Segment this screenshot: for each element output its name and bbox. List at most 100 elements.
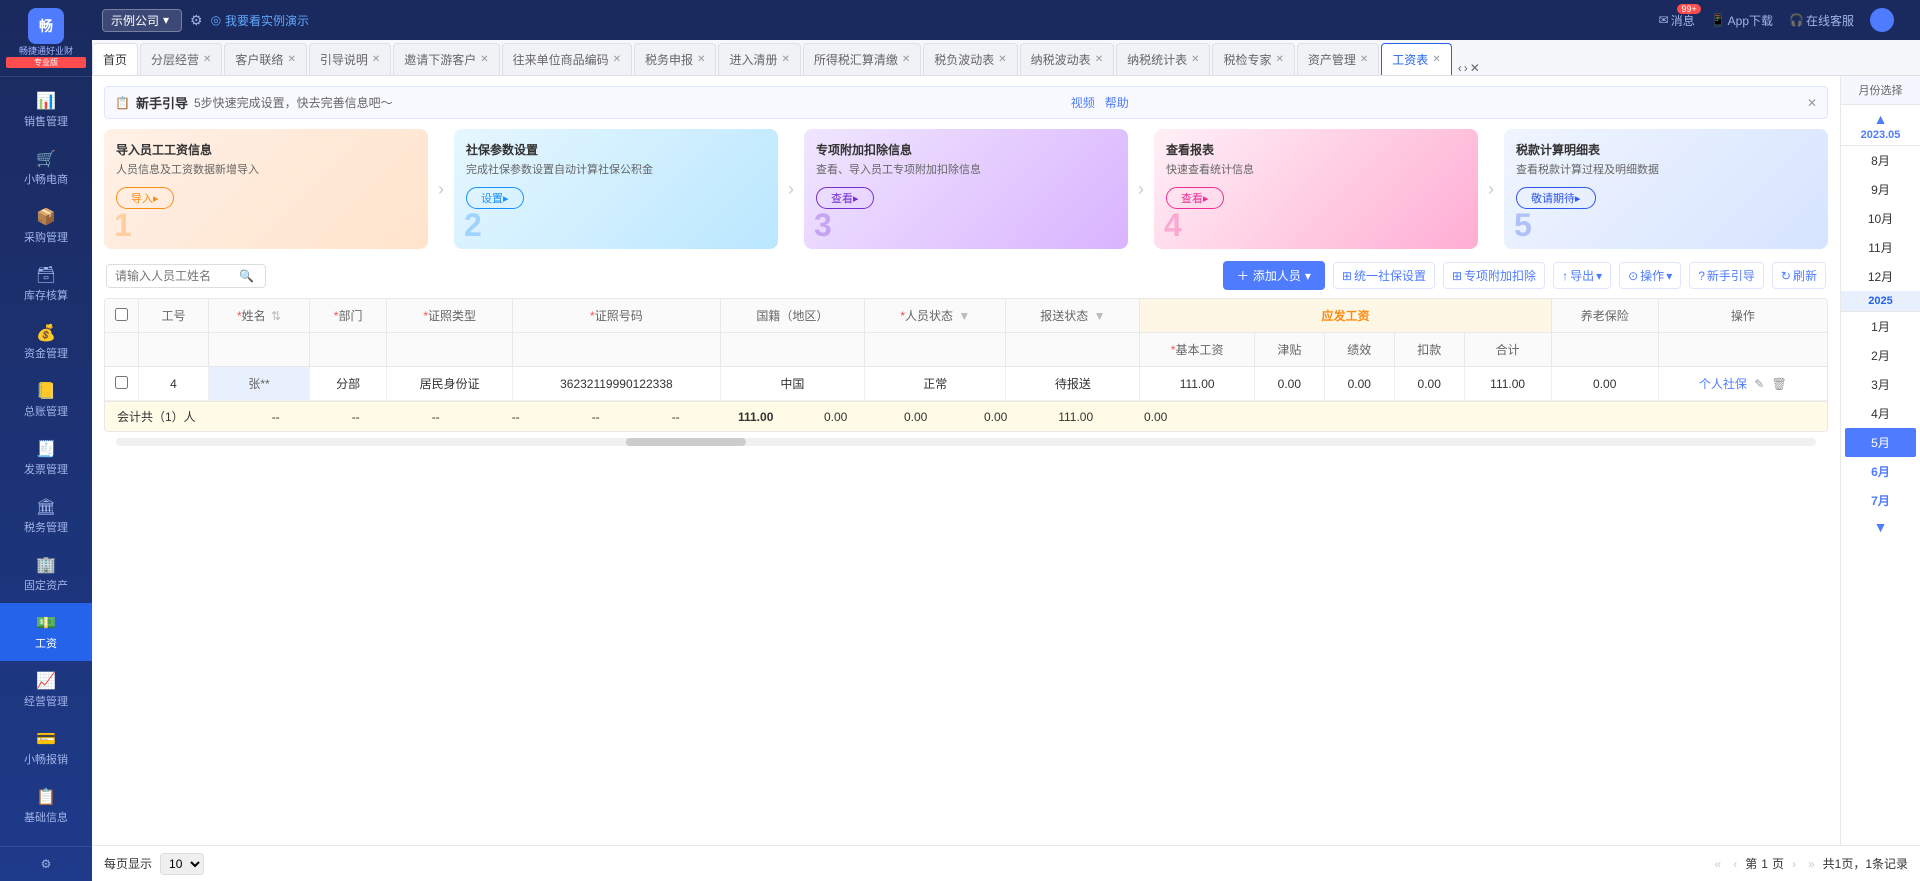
tab-邀请下游客户[interactable]: 邀请下游客户 ✕	[393, 43, 499, 75]
tab-引导说明[interactable]: 引导说明 ✕	[309, 43, 391, 75]
tab-close-税务申报[interactable]: ✕	[697, 54, 705, 65]
month-year-up-btn[interactable]: ▲	[1872, 109, 1890, 129]
horizontal-scrollbar[interactable]	[116, 438, 1816, 446]
month-item-4[interactable]: 4月	[1841, 399, 1920, 428]
sidebar-item-发票管理[interactable]: 🧾 发票管理	[0, 429, 92, 487]
tab-close-纳税统计表[interactable]: ✕	[1191, 54, 1199, 65]
tab-纳税统计表[interactable]: 纳税统计表 ✕	[1116, 43, 1210, 75]
tab-close-资产管理[interactable]: ✕	[1360, 54, 1368, 65]
month-item-8[interactable]: 8月	[1841, 146, 1920, 175]
sidebar-item-小畅报销[interactable]: 💳 小畅报销	[0, 719, 92, 777]
sidebar-item-采购管理[interactable]: 📦 采购管理	[0, 197, 92, 255]
month-item-6[interactable]: 6月	[1841, 457, 1920, 486]
tab-close-税检专家[interactable]: ✕	[1276, 54, 1284, 65]
delete-icon[interactable]: 🗑	[1772, 377, 1787, 391]
guide-close-icon[interactable]: ✕	[1807, 96, 1817, 110]
tab-所得税汇算清缴[interactable]: 所得税汇算清缴 ✕	[803, 43, 921, 75]
sidebar-item-基础信息[interactable]: 📋 基础信息	[0, 777, 92, 835]
sidebar-item-销售管理[interactable]: 📊 销售管理	[0, 81, 92, 139]
tab-prev-icon[interactable]: ‹	[1458, 61, 1462, 75]
tab-工资表[interactable]: 工资表 ✕	[1381, 43, 1451, 75]
demo-link[interactable]: ◎ 我要看实例演示	[211, 12, 310, 29]
tab-close-往来单位商品编码[interactable]: ✕	[613, 54, 621, 65]
month-item-9[interactable]: 9月	[1841, 175, 1920, 204]
tab-往来单位商品编码[interactable]: 往来单位商品编码 ✕	[502, 43, 632, 75]
scrollbar-thumb[interactable]	[626, 438, 746, 446]
tab-首页[interactable]: 首页	[92, 43, 138, 75]
sidebar-item-工资[interactable]: 💵 工资	[0, 603, 92, 661]
tab-close-进入清册[interactable]: ✕	[781, 54, 789, 65]
sidebar-item-固定资产[interactable]: 🏢 固定资产	[0, 545, 92, 603]
sidebar-settings[interactable]: ⚙	[0, 846, 92, 881]
th-checkbox[interactable]	[105, 299, 139, 333]
app-download-btn[interactable]: 📱 App下载	[1711, 12, 1773, 29]
step-5-btn[interactable]: 敬请期待▸	[1516, 187, 1596, 209]
export-btn[interactable]: ↑ 导出 ▾	[1553, 262, 1611, 289]
month-item-2[interactable]: 2月	[1841, 341, 1920, 370]
tab-close-客户联络[interactable]: ✕	[287, 54, 295, 65]
search-icon[interactable]: 🔍	[239, 269, 254, 283]
tab-税检专家[interactable]: 税检专家 ✕	[1212, 43, 1294, 75]
month-item-5-active[interactable]: 5月	[1845, 428, 1916, 457]
search-box[interactable]: 🔍	[106, 264, 266, 288]
page-size-select[interactable]: 10 20 50	[160, 853, 204, 875]
special-deduction-btn[interactable]: ⊞ 专项附加扣除	[1443, 262, 1545, 289]
operate-btn[interactable]: ⊙ 操作 ▾	[1619, 262, 1681, 289]
guide-btn[interactable]: ? 新手引导	[1689, 262, 1764, 289]
tab-close-税负波动表[interactable]: ✕	[998, 54, 1006, 65]
refresh-btn[interactable]: ↻ 刷新	[1772, 262, 1826, 289]
tab-close-分层经营[interactable]: ✕	[203, 54, 211, 65]
sidebar-item-库存核算[interactable]: 🗃 库存核算	[0, 255, 92, 313]
tab-纳税波动表[interactable]: 纳税波动表 ✕	[1020, 43, 1114, 75]
personal-social-link[interactable]: 个人社保	[1699, 377, 1747, 391]
guide-video-link[interactable]: 视频	[1071, 94, 1095, 111]
guide-help-link[interactable]: 帮助	[1105, 94, 1129, 111]
sidebar-item-系统管理[interactable]: ⚙ 系统管理	[0, 835, 92, 846]
settings-icon[interactable]: ⚙	[4, 857, 88, 871]
sidebar-item-小畅电商[interactable]: 🛒 小畅电商	[0, 139, 92, 197]
sidebar-item-资金管理[interactable]: 💰 资金管理	[0, 313, 92, 371]
row-checkbox-cell[interactable]	[105, 367, 139, 401]
tab-资产管理[interactable]: 资产管理 ✕	[1297, 43, 1379, 75]
month-item-10[interactable]: 10月	[1841, 204, 1920, 233]
tab-税务申报[interactable]: 税务申报 ✕	[634, 43, 716, 75]
edit-icon[interactable]: ✎	[1754, 377, 1764, 391]
month-item-1[interactable]: 1月	[1841, 312, 1920, 341]
online-service-btn[interactable]: 🎧 在线客服	[1789, 12, 1854, 29]
step-2-btn[interactable]: 设置▸	[466, 187, 524, 209]
hscroll-area[interactable]	[104, 432, 1828, 452]
tab-客户联络[interactable]: 客户联络 ✕	[224, 43, 306, 75]
sidebar-item-税务管理[interactable]: 🏛 税务管理	[0, 487, 92, 545]
add-person-btn[interactable]: ＋ 添加人员 ▾	[1223, 261, 1325, 290]
message-btn[interactable]: ✉ 消息 99+	[1659, 12, 1695, 29]
tab-close-all-icon[interactable]: ✕	[1470, 61, 1480, 75]
tab-分层经营[interactable]: 分层经营 ✕	[140, 43, 222, 75]
tab-close-工资表[interactable]: ✕	[1432, 54, 1440, 65]
step-3-btn[interactable]: 查看▸	[816, 187, 874, 209]
user-avatar[interactable]	[1870, 8, 1894, 32]
prev-page-btn[interactable]: ‹	[1729, 855, 1741, 873]
step-4-btn[interactable]: 查看▸	[1166, 187, 1224, 209]
month-item-12[interactable]: 12月	[1841, 262, 1920, 291]
topbar-gear-icon[interactable]: ⚙	[190, 12, 203, 29]
first-page-btn[interactable]: «	[1711, 855, 1726, 873]
step-1-btn[interactable]: 导入▸	[116, 187, 174, 209]
tab-close-引导说明[interactable]: ✕	[372, 54, 380, 65]
tab-close-纳税波动表[interactable]: ✕	[1095, 54, 1103, 65]
search-input[interactable]	[115, 269, 235, 283]
last-page-btn[interactable]: »	[1804, 855, 1819, 873]
tab-next-icon[interactable]: ›	[1464, 61, 1468, 75]
row-checkbox[interactable]	[115, 376, 128, 389]
company-dropdown[interactable]: 示例公司 ▾	[102, 9, 182, 32]
month-panel-down-btn[interactable]: ▼	[1872, 517, 1890, 537]
month-item-7[interactable]: 7月	[1841, 486, 1920, 515]
tab-进入清册[interactable]: 进入清册 ✕	[718, 43, 800, 75]
next-page-btn[interactable]: ›	[1788, 855, 1800, 873]
month-item-3[interactable]: 3月	[1841, 370, 1920, 399]
social-settings-btn[interactable]: ⊞ 统一社保设置	[1333, 262, 1435, 289]
sidebar-item-总账管理[interactable]: 📒 总账管理	[0, 371, 92, 429]
select-all-checkbox[interactable]	[115, 308, 128, 321]
tab-close-所得税汇算清缴[interactable]: ✕	[902, 54, 910, 65]
month-item-11[interactable]: 11月	[1841, 233, 1920, 262]
sidebar-item-经营管理[interactable]: 📈 经营管理	[0, 661, 92, 719]
